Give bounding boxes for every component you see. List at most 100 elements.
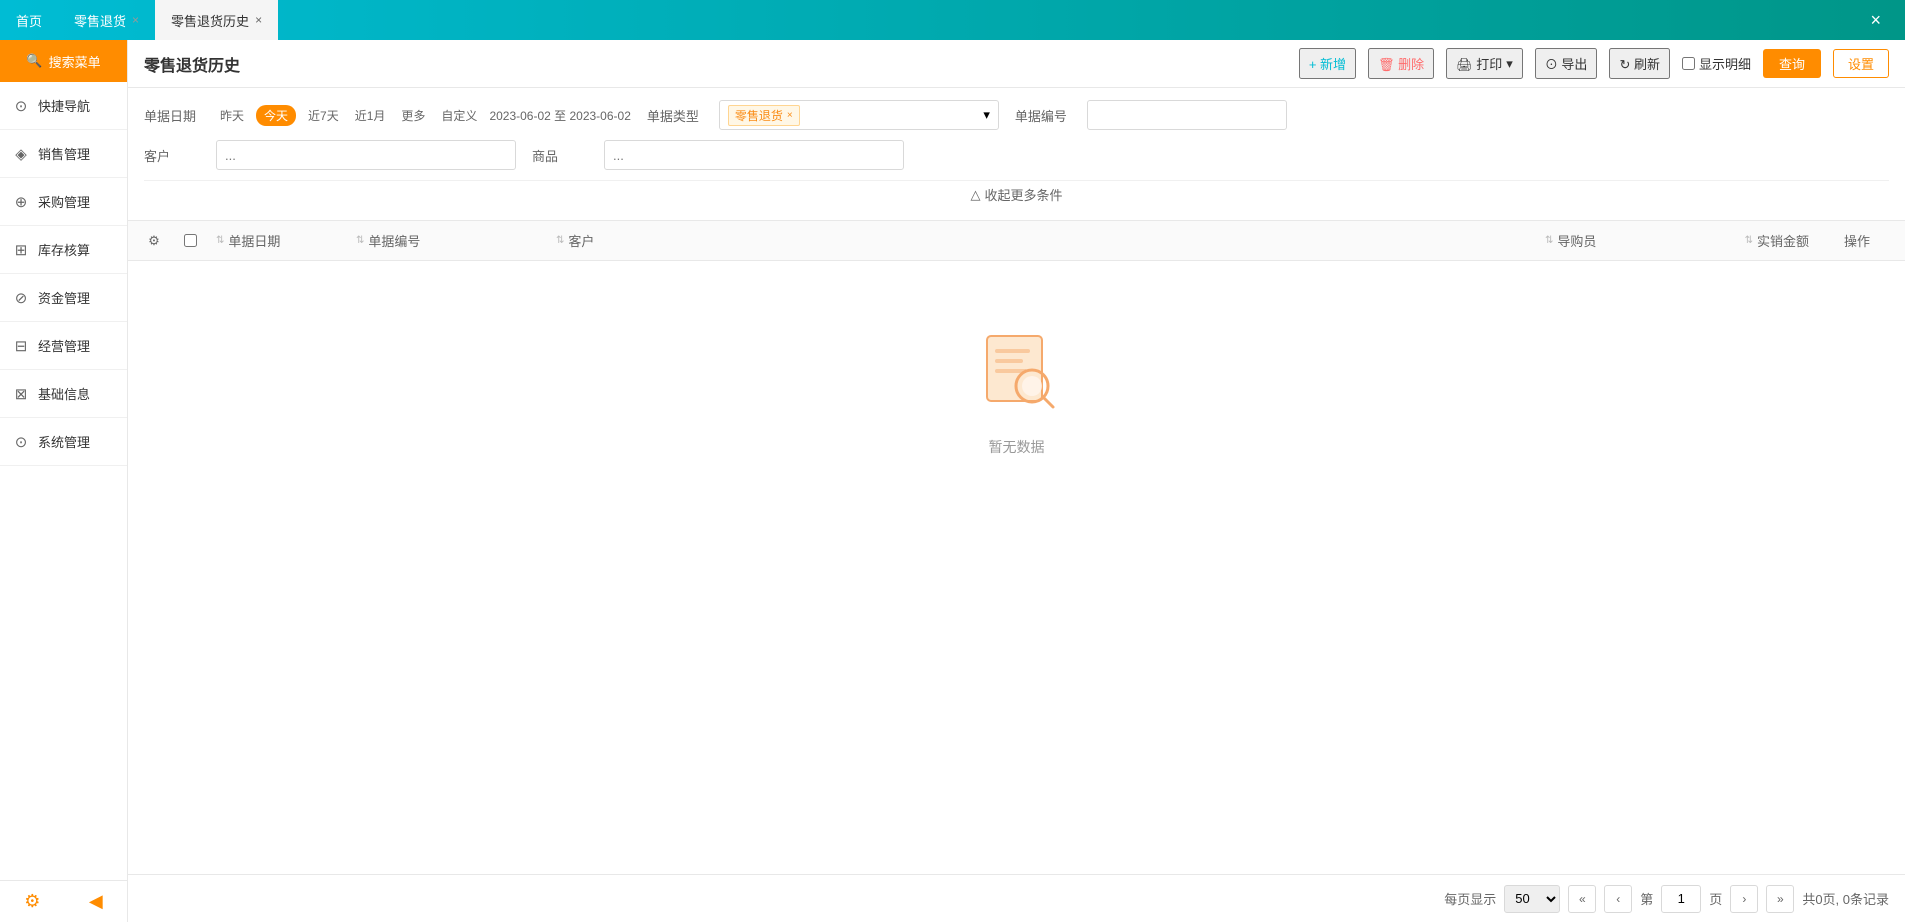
doc-type-tag: 零售退货 × xyxy=(728,105,800,126)
doc-type-label: 单据类型 xyxy=(647,106,703,125)
doc-type-select[interactable]: 零售退货 × ▾ xyxy=(719,100,999,130)
tab-retail-return[interactable]: 零售退货 × xyxy=(58,0,155,40)
jump-prefix: 第 xyxy=(1640,889,1653,908)
prev-page-button[interactable]: ‹ xyxy=(1604,885,1632,913)
date-btn-more[interactable]: 更多 xyxy=(397,105,429,126)
goods-input[interactable] xyxy=(604,140,904,170)
doc-type-tag-close[interactable]: × xyxy=(787,110,793,121)
main-layout: 🔍 搜索菜单 ⊙ 快捷导航 ◈ 销售管理 ⊕ 采购管理 ⊞ 库存核算 ⊘ 资金管 xyxy=(0,40,1905,922)
total-label: 共0页, 0条记录 xyxy=(1802,889,1889,908)
date-range-display: 2023-06-02 至 2023-06-02 xyxy=(489,107,630,124)
date-btn-yesterday[interactable]: 昨天 xyxy=(216,105,248,126)
customer-filter-label: 客户 xyxy=(144,146,200,165)
sidebar-item-operations[interactable]: ⊟ 经营管理 xyxy=(0,322,127,370)
export-button[interactable]: ⊙ 导出 xyxy=(1535,48,1598,79)
sales-mgmt-icon: ◈ xyxy=(12,145,30,163)
settings-bottom-icon[interactable]: ⚙ xyxy=(24,891,40,912)
th-number[interactable]: ⇅ 单据编号 xyxy=(348,231,548,250)
doc-type-dropdown-icon: ▾ xyxy=(983,107,990,123)
page-header: 零售退货历史 + 新增 🗑 删除 🖨 打印 ▾ ⊙ 导出 ↻ 刷新 xyxy=(128,40,1905,88)
doc-number-label: 单据编号 xyxy=(1015,106,1071,125)
select-all-checkbox[interactable] xyxy=(184,234,197,247)
sidebar-item-sales-mgmt[interactable]: ◈ 销售管理 xyxy=(0,130,127,178)
date-btn-7days[interactable]: 近7天 xyxy=(304,105,343,126)
empty-state: 暂无数据 xyxy=(128,261,1905,517)
purchase-mgmt-icon: ⊕ xyxy=(12,193,30,211)
tab-retail-return-history[interactable]: 零售退货历史 × xyxy=(155,0,278,40)
last-page-button[interactable]: » xyxy=(1766,885,1794,913)
filter-area: 单据日期 昨天 今天 近7天 近1月 更多 自定义 2023-06-02 至 2… xyxy=(128,88,1905,221)
window-close-button[interactable]: × xyxy=(1862,10,1889,31)
print-button[interactable]: 🖨 打印 ▾ xyxy=(1446,48,1523,79)
query-button[interactable]: 查询 xyxy=(1763,49,1821,78)
filter-row-1: 单据日期 昨天 今天 近7天 近1月 更多 自定义 2023-06-02 至 2… xyxy=(144,100,1889,130)
first-page-button[interactable]: « xyxy=(1568,885,1596,913)
collapse-icon: △ xyxy=(970,187,980,203)
tab-home[interactable]: 首页 xyxy=(0,0,58,40)
show-details-input[interactable] xyxy=(1682,57,1695,70)
basic-info-icon: ⊠ xyxy=(12,385,30,403)
sidebar-item-finance[interactable]: ⊘ 资金管理 xyxy=(0,274,127,322)
table-area: ⚙ ⇅ 单据日期 ⇅ 单据编号 ⇅ 客户 ⇅ xyxy=(128,221,1905,874)
top-bar-right: × xyxy=(1862,10,1905,31)
goods-filter-label: 商品 xyxy=(532,146,588,165)
page-size-select[interactable]: 10 20 50 100 xyxy=(1504,885,1560,913)
table-header: ⚙ ⇅ 单据日期 ⇅ 单据编号 ⇅ 客户 ⇅ xyxy=(128,221,1905,261)
quick-nav-icon: ⊙ xyxy=(12,97,30,115)
sort-icon-number: ⇅ xyxy=(356,235,364,246)
tab-retail-return-history-close[interactable]: × xyxy=(255,13,262,27)
collapse-button[interactable]: △ 收起更多条件 xyxy=(144,180,1889,208)
search-menu-button[interactable]: 🔍 搜索菜单 xyxy=(0,40,127,82)
new-button[interactable]: + 新增 xyxy=(1299,48,1356,79)
sidebar-bottom: ⚙ ◀ xyxy=(0,880,127,922)
sidebar: 🔍 搜索菜单 ⊙ 快捷导航 ◈ 销售管理 ⊕ 采购管理 ⊞ 库存核算 ⊘ 资金管 xyxy=(0,40,128,922)
sidebar-item-quick-nav[interactable]: ⊙ 快捷导航 xyxy=(0,82,127,130)
show-details-checkbox[interactable]: 显示明细 xyxy=(1682,54,1751,73)
sidebar-item-inventory[interactable]: ⊞ 库存核算 xyxy=(0,226,127,274)
th-settings[interactable]: ⚙ xyxy=(136,233,172,249)
print-dropdown-icon: ▾ xyxy=(1506,56,1513,72)
page-title: 零售退货历史 xyxy=(144,52,1299,76)
filter-row-2: 客户 商品 xyxy=(144,140,1889,170)
sort-icon-guide: ⇅ xyxy=(1545,235,1553,246)
th-customer[interactable]: ⇅ 客户 xyxy=(548,231,1537,250)
collapse-sidebar-icon[interactable]: ◀ xyxy=(89,891,103,912)
date-filters: 昨天 今天 近7天 近1月 更多 自定义 2023-06-02 至 2023-0… xyxy=(216,105,631,126)
settings-icon: ⚙ xyxy=(148,233,160,249)
date-filter-label: 单据日期 xyxy=(144,106,200,125)
date-btn-custom[interactable]: 自定义 xyxy=(437,105,481,126)
content-area: 零售退货历史 + 新增 🗑 删除 🖨 打印 ▾ ⊙ 导出 ↻ 刷新 xyxy=(128,40,1905,922)
th-guide[interactable]: ⇅ 导购员 xyxy=(1537,231,1697,250)
top-bar: 首页 零售退货 × 零售退货历史 × × xyxy=(0,0,1905,40)
empty-icon xyxy=(967,321,1067,421)
sidebar-item-purchase-mgmt[interactable]: ⊕ 采购管理 xyxy=(0,178,127,226)
setting-button[interactable]: 设置 xyxy=(1833,49,1889,78)
page-size-label: 每页显示 xyxy=(1444,889,1496,908)
th-checkbox[interactable] xyxy=(172,234,208,247)
date-btn-1month[interactable]: 近1月 xyxy=(351,105,390,126)
pagination-bar: 每页显示 10 20 50 100 « ‹ 第 页 › » 共0页, 0条记录 xyxy=(128,874,1905,922)
empty-text: 暂无数据 xyxy=(989,437,1045,457)
finance-icon: ⊘ xyxy=(12,289,30,307)
th-action: 操作 xyxy=(1817,231,1897,250)
sidebar-item-system[interactable]: ⊙ 系统管理 xyxy=(0,418,127,466)
next-page-button[interactable]: › xyxy=(1730,885,1758,913)
th-date[interactable]: ⇅ 单据日期 xyxy=(208,231,348,250)
sidebar-nav: ⊙ 快捷导航 ◈ 销售管理 ⊕ 采购管理 ⊞ 库存核算 ⊘ 资金管理 ⊟ 经营管… xyxy=(0,82,127,880)
refresh-button[interactable]: ↻ 刷新 xyxy=(1609,48,1670,79)
sidebar-item-basic-info[interactable]: ⊠ 基础信息 xyxy=(0,370,127,418)
delete-button[interactable]: 🗑 删除 xyxy=(1368,48,1434,79)
inventory-icon: ⊞ xyxy=(12,241,30,259)
doc-number-input[interactable] xyxy=(1087,100,1287,130)
page-number-input[interactable] xyxy=(1661,885,1701,913)
search-icon: 🔍 xyxy=(26,53,42,69)
jump-suffix: 页 xyxy=(1709,889,1722,908)
sort-icon-date: ⇅ xyxy=(216,235,224,246)
sort-icon-customer: ⇅ xyxy=(556,235,564,246)
tab-retail-return-close[interactable]: × xyxy=(132,13,139,27)
th-amount[interactable]: ⇅ 实销金额 xyxy=(1697,231,1817,250)
sort-icon-amount: ⇅ xyxy=(1745,235,1753,246)
date-btn-today[interactable]: 今天 xyxy=(256,105,296,126)
header-actions: + 新增 🗑 删除 🖨 打印 ▾ ⊙ 导出 ↻ 刷新 显示明细 xyxy=(1299,48,1889,79)
customer-input[interactable] xyxy=(216,140,516,170)
